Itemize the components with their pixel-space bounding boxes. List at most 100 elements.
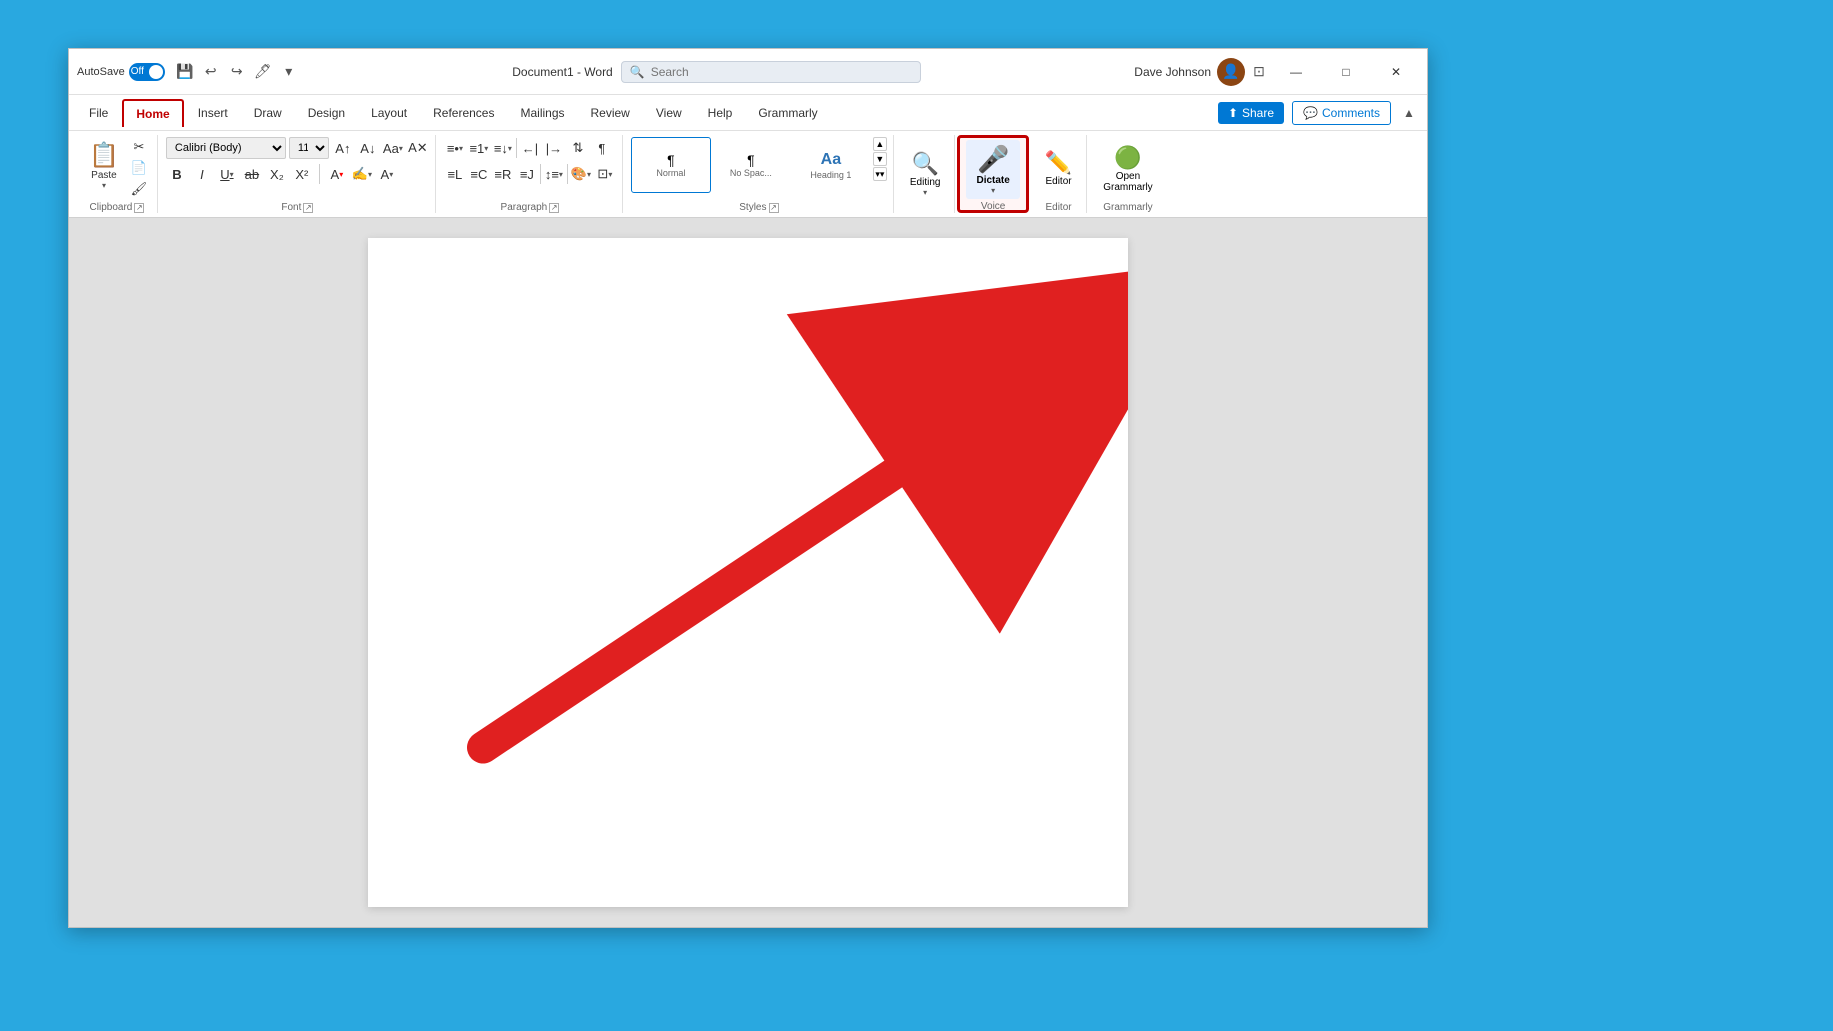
underline-button[interactable]: U▾	[216, 163, 238, 185]
editor-content: ✏️ Editor	[1037, 135, 1080, 200]
tab-view[interactable]: View	[644, 100, 694, 126]
paragraph-label: Paragraph ↗	[501, 202, 560, 213]
styles-scroll-down[interactable]: ▼	[873, 152, 887, 166]
share-icon: ⬆	[1228, 106, 1238, 120]
font-family-select[interactable]: Calibri (Body)	[166, 137, 286, 159]
line-spacing-button[interactable]: ↕≡▾	[543, 163, 565, 185]
restore-window-icon[interactable]: ⊡	[1249, 62, 1269, 82]
open-grammarly-button[interactable]: 🟢 OpenGrammarly	[1095, 141, 1160, 197]
strikethrough-button[interactable]: ab	[241, 163, 263, 185]
decrease-font-button[interactable]: A↓	[357, 137, 379, 159]
style-normal[interactable]: ¶ Normal	[631, 137, 711, 193]
borders-button[interactable]: ⊡▾	[594, 163, 616, 185]
document-page[interactable]	[368, 238, 1128, 907]
grammarly-group: 🟢 OpenGrammarly Grammarly	[1089, 135, 1166, 213]
change-case-button[interactable]: Aa▾	[382, 137, 404, 159]
voice-group: 🎤 Dictate ▾ Voice	[957, 135, 1028, 213]
highlight-color-button[interactable]: ✍▾	[351, 163, 373, 185]
styles-expand[interactable]: ▾▾	[873, 167, 887, 181]
auto-correct-icon[interactable]: 🖊	[253, 62, 273, 82]
save-icon[interactable]: 💾	[175, 62, 195, 82]
avatar: 👤	[1217, 58, 1245, 86]
redo-icon[interactable]: ↪	[227, 62, 247, 82]
font-label: Font ↗	[281, 202, 313, 213]
tab-insert[interactable]: Insert	[186, 100, 240, 126]
styles-expand-icon[interactable]: ↗	[769, 203, 779, 213]
document-area[interactable]	[69, 218, 1427, 927]
search-icon: 🔍	[630, 65, 645, 79]
close-button[interactable]: ✕	[1373, 56, 1419, 88]
tab-grammarly[interactable]: Grammarly	[746, 100, 829, 126]
divider	[567, 164, 568, 184]
format-painter-button[interactable]: 🖌	[127, 179, 151, 199]
italic-button[interactable]: I	[191, 163, 213, 185]
numbering-button[interactable]: ≡1▾	[468, 137, 490, 159]
minimize-button[interactable]: —	[1273, 56, 1319, 88]
increase-font-button[interactable]: A↑	[332, 137, 354, 159]
font-row1: Calibri (Body) 11 A↑ A↓ Aa▾ A✕	[166, 137, 429, 159]
paste-button[interactable]: 📋 Paste ▾	[83, 137, 125, 194]
search-input[interactable]	[651, 65, 912, 79]
clipboard-expand[interactable]: ↗	[134, 203, 144, 213]
tab-home[interactable]: Home	[122, 99, 183, 127]
style-no-spacing[interactable]: ¶ No Spac...	[711, 137, 791, 193]
share-button[interactable]: ⬆ Share	[1218, 102, 1284, 124]
style-no-spacing-label: No Spac...	[730, 168, 772, 178]
align-center-button[interactable]: ≡C	[468, 163, 490, 185]
show-marks-button[interactable]: ¶	[591, 137, 613, 159]
tab-draw[interactable]: Draw	[242, 100, 294, 126]
divider	[540, 164, 541, 184]
font-expand[interactable]: ↗	[303, 203, 313, 213]
shading-button[interactable]: 🎨▾	[570, 163, 592, 185]
editing-button[interactable]: 🔍 Editing ▾	[902, 147, 949, 201]
decrease-indent-button[interactable]: ←|	[519, 137, 541, 159]
justify-button[interactable]: ≡J	[516, 163, 538, 185]
dictate-button[interactable]: 🎤 Dictate ▾	[966, 140, 1019, 199]
tab-file[interactable]: File	[77, 100, 120, 126]
bullets-button[interactable]: ≡•▾	[444, 137, 466, 159]
sort-button[interactable]: ⇅	[567, 137, 589, 159]
tab-design[interactable]: Design	[296, 100, 357, 126]
tab-mailings[interactable]: Mailings	[508, 100, 576, 126]
clear-formatting-button[interactable]: A✕	[407, 137, 429, 159]
undo-icon[interactable]: ↩	[201, 62, 221, 82]
align-left-button[interactable]: ≡L	[444, 163, 466, 185]
paragraph-expand[interactable]: ↗	[549, 203, 559, 213]
align-right-button[interactable]: ≡R	[492, 163, 514, 185]
collapse-ribbon-button[interactable]: ▲	[1399, 103, 1419, 123]
editor-button[interactable]: ✏️ Editor	[1037, 146, 1080, 191]
search-box[interactable]: 🔍	[621, 61, 921, 83]
tab-review[interactable]: Review	[579, 100, 642, 126]
autosave-toggle[interactable]: Off	[129, 63, 165, 81]
customize-icon[interactable]: ▾	[279, 62, 299, 82]
cut-button[interactable]: ✂	[127, 137, 151, 157]
styles-label: Styles ↗	[739, 202, 778, 213]
copy-button[interactable]: 📄	[127, 158, 151, 178]
bold-button[interactable]: B	[166, 163, 188, 185]
style-normal-label: Normal	[656, 168, 685, 178]
multilevel-list-button[interactable]: ≡↓▾	[492, 137, 514, 159]
styles-list: ¶ Normal ¶ No Spac... Aa Heading 1	[631, 137, 871, 193]
style-heading1[interactable]: Aa Heading 1	[791, 137, 871, 193]
font-size-select[interactable]: 11	[289, 137, 329, 159]
voice-content: 🎤 Dictate ▾	[966, 138, 1019, 199]
clipboard-actions: ✂ 📄 🖌	[127, 137, 151, 199]
tab-references[interactable]: References	[421, 100, 506, 126]
maximize-button[interactable]: □	[1323, 56, 1369, 88]
tab-help[interactable]: Help	[696, 100, 745, 126]
grammarly-icon: 🟢	[1114, 145, 1141, 171]
tab-layout[interactable]: Layout	[359, 100, 419, 126]
font-color-button[interactable]: A▾	[326, 163, 348, 185]
styles-scroll-up[interactable]: ▲	[873, 137, 887, 151]
editor-label: Editor	[1045, 176, 1071, 187]
subscript-button[interactable]: X₂	[266, 163, 288, 185]
paste-dropdown-arrow: ▾	[102, 181, 106, 190]
font-content: Calibri (Body) 11 A↑ A↓ Aa▾ A✕ B I U▾	[166, 135, 429, 200]
titlebar: AutoSave Off 💾 ↩ ↪ 🖊 ▾ Document1 - Word …	[69, 49, 1427, 95]
comments-button[interactable]: 💬 Comments	[1292, 101, 1391, 125]
autosave-section[interactable]: AutoSave Off	[77, 63, 165, 81]
autosave-knob	[149, 65, 163, 79]
increase-indent-button[interactable]: |→	[543, 137, 565, 159]
superscript-button[interactable]: X²	[291, 163, 313, 185]
text-color-button[interactable]: A▾	[376, 163, 398, 185]
